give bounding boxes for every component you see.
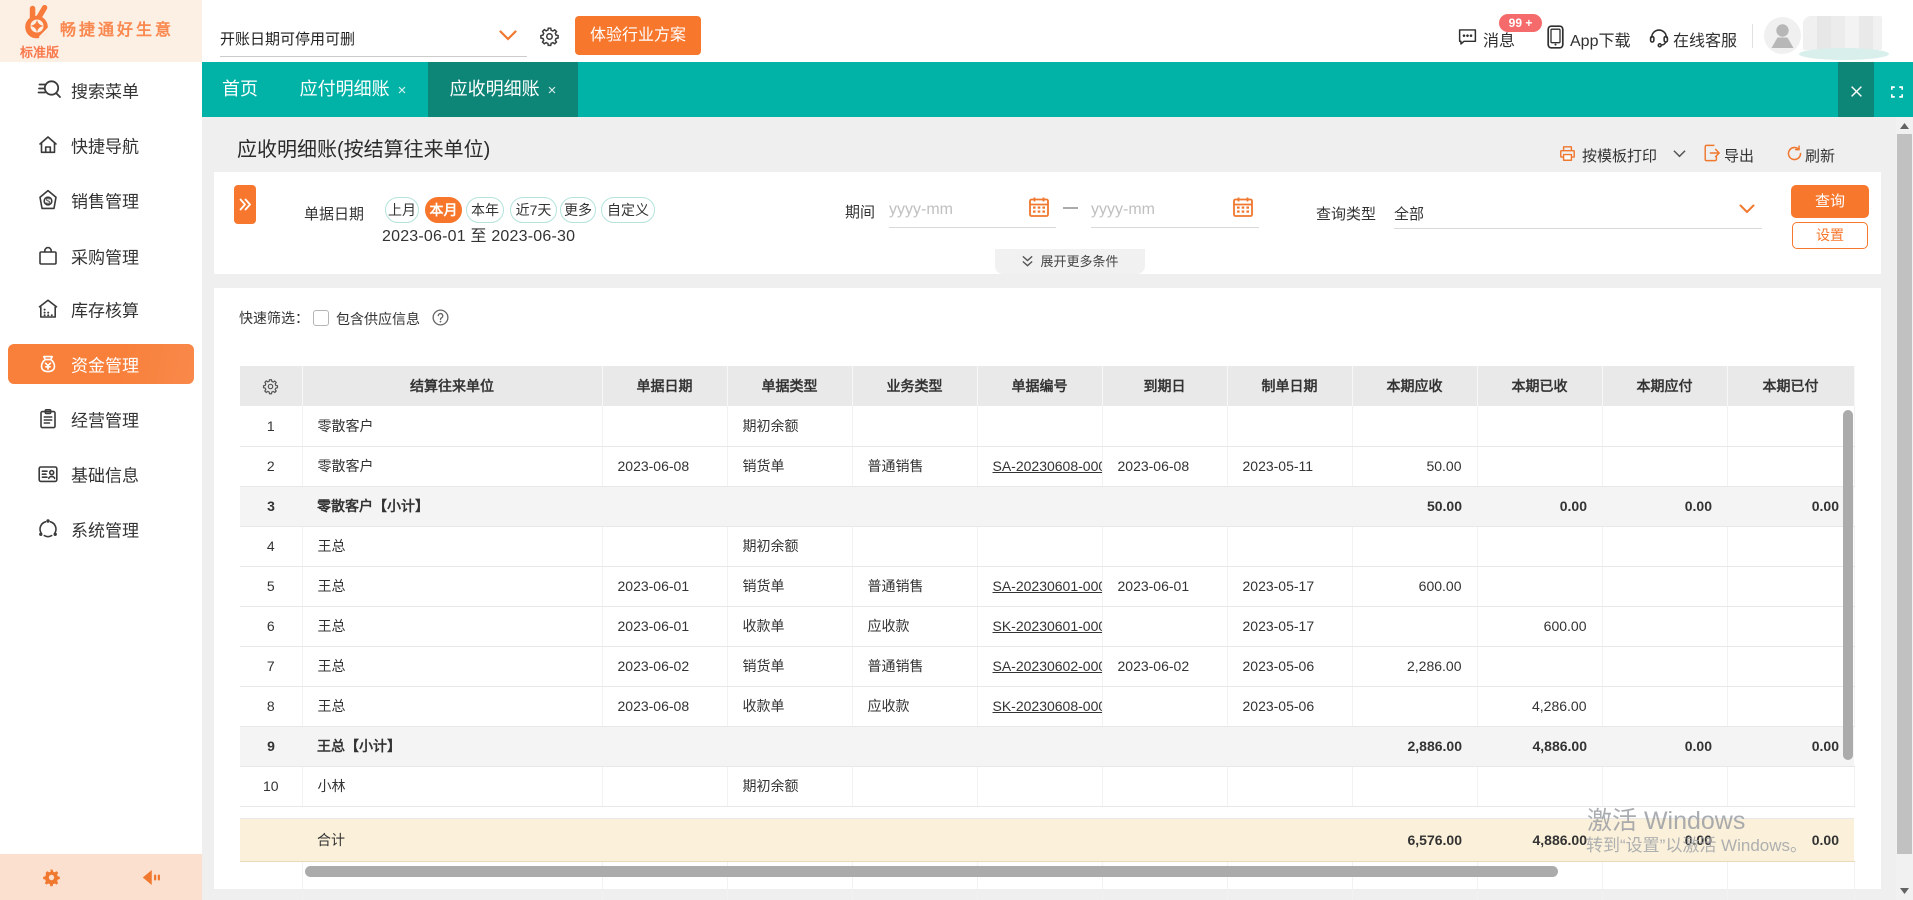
svg-text:$: $ [46,197,51,206]
